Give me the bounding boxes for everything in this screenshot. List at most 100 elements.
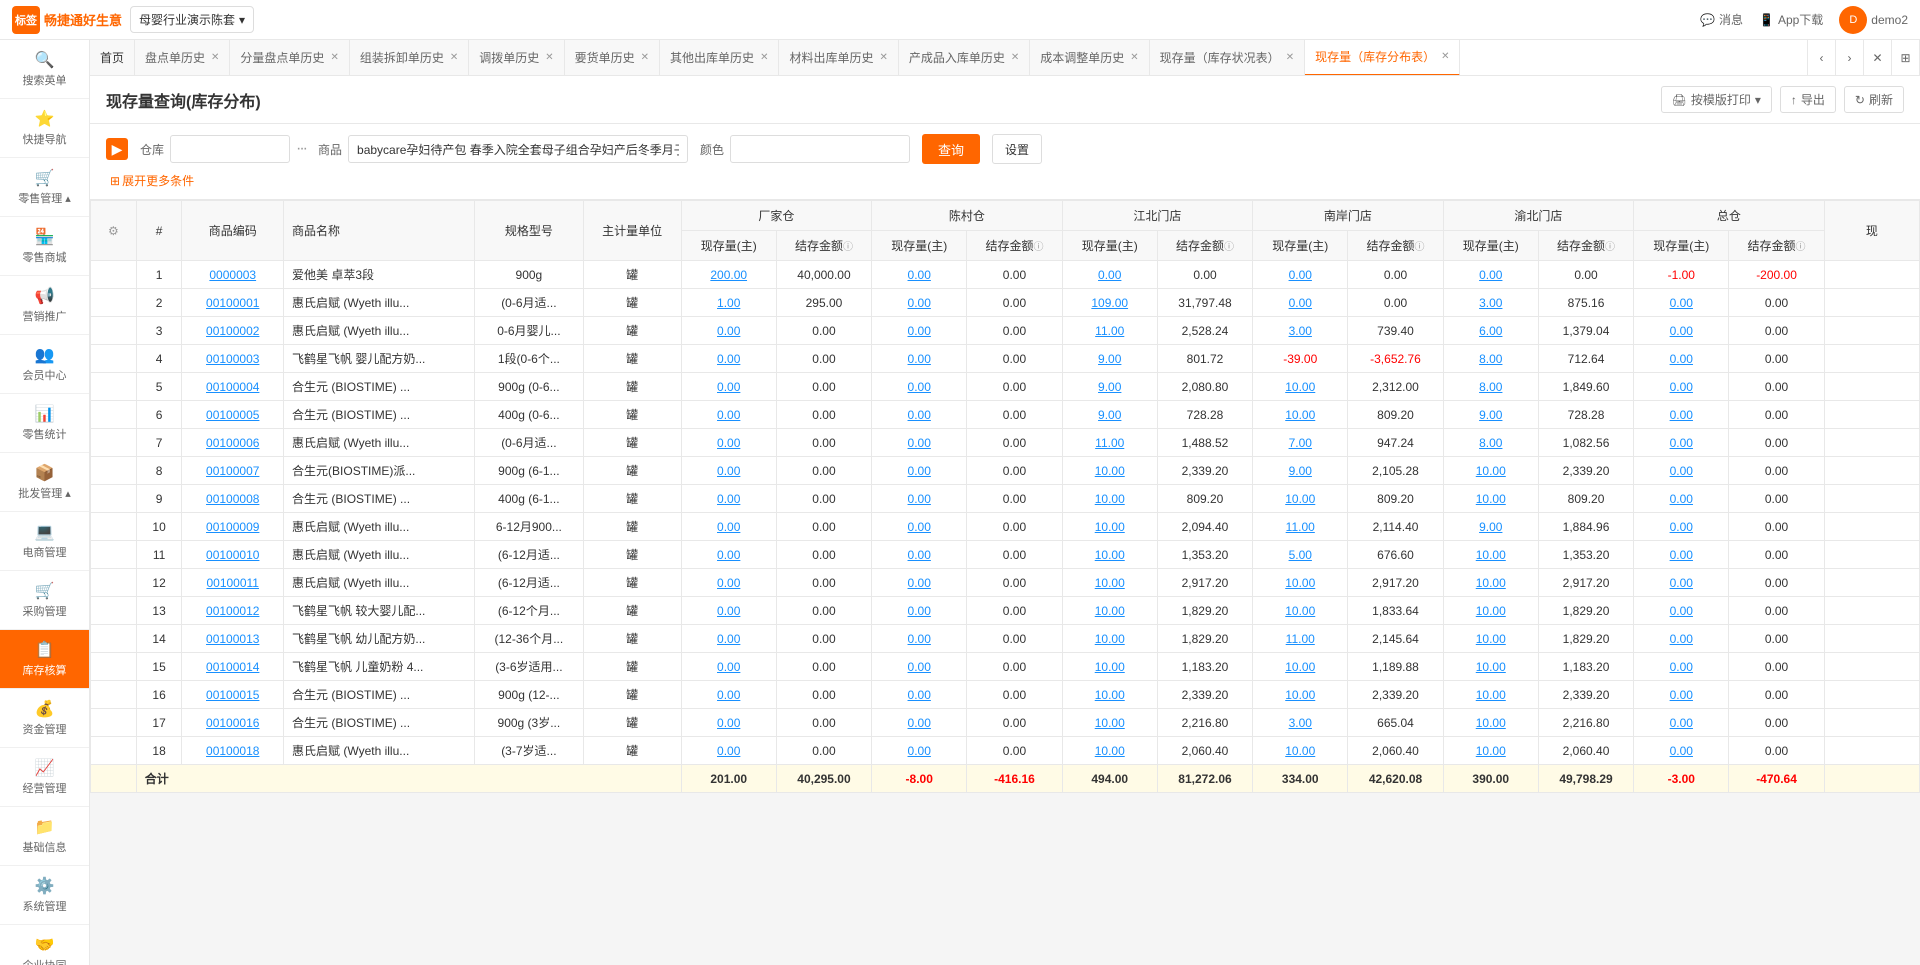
search-btn[interactable]: 查询 <box>922 134 980 164</box>
org-selector[interactable]: 母婴行业演示陈套 ▾ <box>130 6 254 33</box>
row-tot-qty[interactable]: -1.00 <box>1634 261 1729 289</box>
row-c1-qty[interactable]: 0.00 <box>681 681 776 709</box>
sidebar-item-1[interactable]: ⭐ 快捷导航 <box>0 99 89 158</box>
row-c1-qty[interactable]: 0.00 <box>681 317 776 345</box>
row-c1-qty[interactable]: 0.00 <box>681 345 776 373</box>
row-c4-qty[interactable]: 10.00 <box>1253 681 1348 709</box>
tab-prev-btn[interactable]: ‹ <box>1808 40 1836 76</box>
row-c3-qty[interactable]: 10.00 <box>1062 485 1157 513</box>
row-c5-qty[interactable]: 10.00 <box>1443 541 1538 569</box>
color-input[interactable] <box>730 135 910 163</box>
row-c2-qty[interactable]: 0.00 <box>872 457 967 485</box>
row-code[interactable]: 00100005 <box>182 401 284 429</box>
row-c1-qty[interactable]: 0.00 <box>681 569 776 597</box>
tab-item-10[interactable]: 现存量（库存状况表）✕ <box>1150 40 1305 76</box>
sidebar-item-5[interactable]: 👥 会员中心 <box>0 335 89 394</box>
tab-item-8[interactable]: 产成品入库单历史✕ <box>899 40 1030 76</box>
row-c4-qty[interactable]: 9.00 <box>1253 457 1348 485</box>
sidebar-item-4[interactable]: 📢 营销推广 <box>0 276 89 335</box>
sidebar-item-9[interactable]: 🛒 采购管理 <box>0 571 89 630</box>
row-c4-qty[interactable]: 10.00 <box>1253 373 1348 401</box>
tab-item-5[interactable]: 要货单历史✕ <box>565 40 660 76</box>
row-tot-qty[interactable]: 0.00 <box>1634 681 1729 709</box>
row-tot-qty[interactable]: 0.00 <box>1634 513 1729 541</box>
tab-close-icon-10[interactable]: ✕ <box>1286 52 1294 63</box>
row-c5-qty[interactable]: 10.00 <box>1443 709 1538 737</box>
row-c1-qty[interactable]: 200.00 <box>681 261 776 289</box>
sidebar-item-13[interactable]: 📁 基础信息 <box>0 807 89 866</box>
sidebar-item-7[interactable]: 📦 批发管理 ▴ <box>0 453 89 512</box>
tab-close-icon-8[interactable]: ✕ <box>1011 52 1019 63</box>
row-c3-qty[interactable]: 10.00 <box>1062 597 1157 625</box>
row-c4-qty[interactable]: 3.00 <box>1253 709 1348 737</box>
row-code[interactable]: 00100007 <box>182 457 284 485</box>
row-c2-qty[interactable]: 0.00 <box>872 569 967 597</box>
tab-close-icon-5[interactable]: ✕ <box>641 52 649 63</box>
row-code[interactable]: 00100006 <box>182 429 284 457</box>
row-c3-qty[interactable]: 10.00 <box>1062 653 1157 681</box>
row-c5-qty[interactable]: 10.00 <box>1443 569 1538 597</box>
print-btn[interactable]: 🖨 按模版打印 ▾ <box>1661 86 1772 113</box>
sidebar-item-2[interactable]: 🛒 零售管理 ▴ <box>0 158 89 217</box>
row-code[interactable]: 00100016 <box>182 709 284 737</box>
sidebar-item-6[interactable]: 📊 零售统计 <box>0 394 89 453</box>
tab-close-icon-11[interactable]: ✕ <box>1441 51 1449 62</box>
row-c5-qty[interactable]: 10.00 <box>1443 485 1538 513</box>
tab-close-icon-4[interactable]: ✕ <box>545 52 553 63</box>
row-code[interactable]: 00100018 <box>182 737 284 765</box>
row-c2-qty[interactable]: 0.00 <box>872 429 967 457</box>
row-c4-qty[interactable]: 7.00 <box>1253 429 1348 457</box>
row-c4-qty[interactable]: 10.00 <box>1253 401 1348 429</box>
tab-item-7[interactable]: 材料出库单历史✕ <box>779 40 898 76</box>
tab-item-6[interactable]: 其他出库单历史✕ <box>660 40 779 76</box>
row-c2-qty[interactable]: 0.00 <box>872 541 967 569</box>
sidebar-item-15[interactable]: 🤝 企业协同 <box>0 925 89 965</box>
row-c1-qty[interactable]: 0.00 <box>681 653 776 681</box>
row-c2-qty[interactable]: 0.00 <box>872 485 967 513</box>
product-input[interactable] <box>348 135 688 163</box>
row-c1-qty[interactable]: 0.00 <box>681 709 776 737</box>
row-tot-qty[interactable]: 0.00 <box>1634 625 1729 653</box>
row-tot-qty[interactable]: 0.00 <box>1634 373 1729 401</box>
tab-item-3[interactable]: 组装拆卸单历史✕ <box>350 40 469 76</box>
row-c3-qty[interactable]: 10.00 <box>1062 625 1157 653</box>
row-c3-qty[interactable]: 10.00 <box>1062 513 1157 541</box>
export-btn[interactable]: ↑ 导出 <box>1780 86 1836 113</box>
row-c5-qty[interactable]: 8.00 <box>1443 373 1538 401</box>
row-c5-qty[interactable]: 6.00 <box>1443 317 1538 345</box>
row-c5-qty[interactable]: 9.00 <box>1443 401 1538 429</box>
warehouse-input[interactable] <box>170 135 290 163</box>
expand-filter-btn[interactable]: ▶ <box>106 138 128 160</box>
row-c4-qty[interactable]: 11.00 <box>1253 625 1348 653</box>
row-c4-qty[interactable]: -39.00 <box>1253 345 1348 373</box>
sidebar-item-8[interactable]: 💻 电商管理 <box>0 512 89 571</box>
row-c5-qty[interactable]: 10.00 <box>1443 653 1538 681</box>
row-c5-qty[interactable]: 10.00 <box>1443 681 1538 709</box>
row-c1-qty[interactable]: 0.00 <box>681 429 776 457</box>
row-code[interactable]: 00100009 <box>182 513 284 541</box>
row-c5-qty[interactable]: 9.00 <box>1443 513 1538 541</box>
settings-btn[interactable]: 设置 <box>992 134 1042 164</box>
tab-close-icon-9[interactable]: ✕ <box>1130 52 1138 63</box>
row-c5-qty[interactable]: 10.00 <box>1443 625 1538 653</box>
row-c4-qty[interactable]: 11.00 <box>1253 513 1348 541</box>
row-c3-qty[interactable]: 109.00 <box>1062 289 1157 317</box>
row-tot-qty[interactable]: 0.00 <box>1634 429 1729 457</box>
tab-item-4[interactable]: 调拨单历史✕ <box>469 40 564 76</box>
row-c2-qty[interactable]: 0.00 <box>872 681 967 709</box>
row-c1-qty[interactable]: 0.00 <box>681 597 776 625</box>
row-code[interactable]: 00100013 <box>182 625 284 653</box>
row-tot-qty[interactable]: 0.00 <box>1634 653 1729 681</box>
user-area[interactable]: D demo2 <box>1839 6 1908 34</box>
row-c1-qty[interactable]: 0.00 <box>681 485 776 513</box>
row-tot-qty[interactable]: 0.00 <box>1634 345 1729 373</box>
sidebar-item-10[interactable]: 📋 库存核算 <box>0 630 89 689</box>
tab-close-icon-2[interactable]: ✕ <box>330 52 338 63</box>
row-c2-qty[interactable]: 0.00 <box>872 597 967 625</box>
row-c4-qty[interactable]: 10.00 <box>1253 653 1348 681</box>
row-code[interactable]: 00100008 <box>182 485 284 513</box>
tab-item-9[interactable]: 成本调整单历史✕ <box>1030 40 1149 76</box>
sidebar-item-11[interactable]: 💰 资金管理 <box>0 689 89 748</box>
row-c5-qty[interactable]: 10.00 <box>1443 457 1538 485</box>
tab-item-2[interactable]: 分量盘点单历史✕ <box>230 40 349 76</box>
